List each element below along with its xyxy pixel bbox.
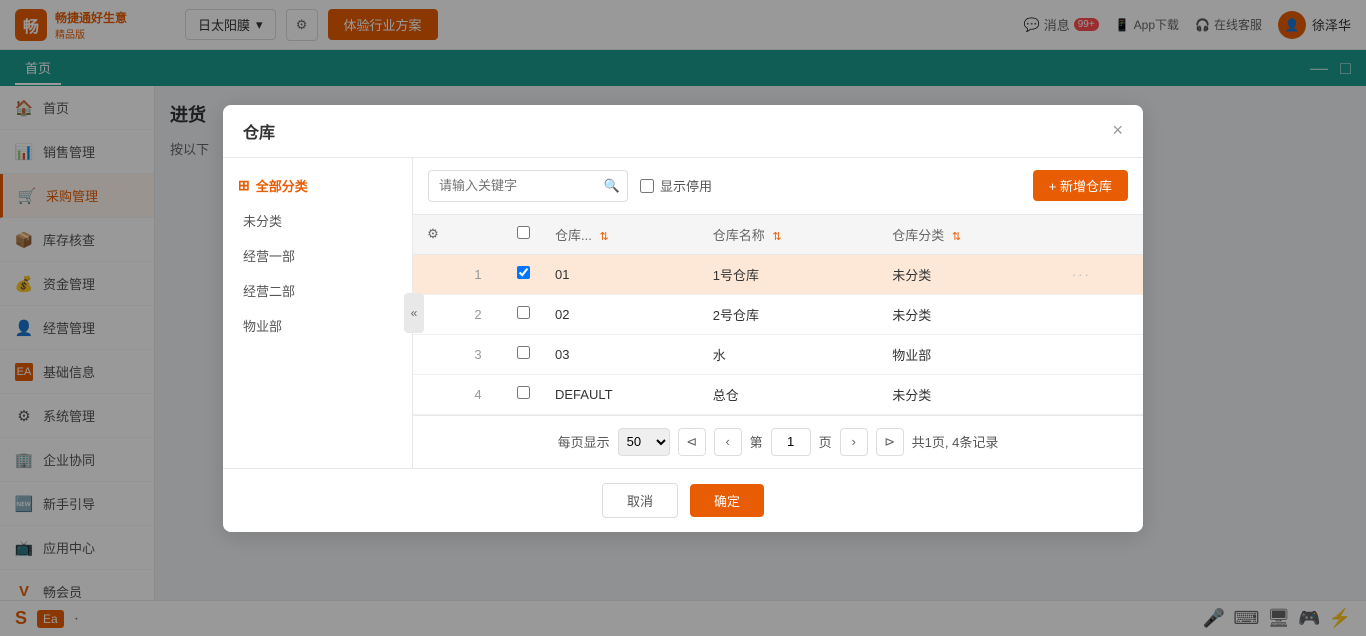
row-checkbox[interactable] [517,306,530,319]
row-num: 4 [453,374,503,414]
per-page-label: 每页显示 [558,432,610,451]
col-name: 仓库名称 ⇅ [701,215,881,255]
sort-name-icon[interactable]: ⇅ [772,231,781,243]
col-check [503,215,543,255]
row-dots [1060,334,1143,374]
last-page-button[interactable]: ⊳ [876,428,904,456]
add-warehouse-button[interactable]: + 新增仓库 [1033,170,1128,201]
show-disabled-checkbox[interactable] [640,179,654,193]
row-dots [1060,374,1143,414]
row-category: 物业部 [880,334,1060,374]
row-code: DEFAULT [543,374,701,414]
sort-category-icon[interactable]: ⇅ [952,231,961,243]
table-row[interactable]: 3 03 水 物业部 [413,334,1143,374]
row-category: 未分类 [880,254,1060,294]
show-disabled-label: 显示停用 [640,176,712,195]
row-num: 3 [453,334,503,374]
row-num: 1 [453,254,503,294]
warehouse-table: ⚙ 仓库... ⇅ [413,215,1143,415]
row-check [503,334,543,374]
row-name: 2号仓库 [701,294,881,334]
pagination: 每页显示 50 100 ⊲ ‹ 第 页 › ⊳ 共1页, 4条记录 [413,415,1143,468]
row-code: 01 [543,254,701,294]
grid-icon: ⊞ [238,177,250,194]
row-dots [1060,294,1143,334]
dialog-title: 仓库 [243,119,275,143]
row-gear [413,254,453,294]
row-category: 未分类 [880,294,1060,334]
col-gear: ⚙ [413,215,453,255]
row-name: 总仓 [701,374,881,414]
row-code: 03 [543,334,701,374]
col-code: 仓库... ⇅ [543,215,701,255]
sort-code-icon[interactable]: ⇅ [599,231,608,243]
row-gear [413,374,453,414]
page-size-select[interactable]: 50 100 [618,428,670,456]
search-input[interactable] [428,170,628,202]
row-num: 2 [453,294,503,334]
table-header-row: ⚙ 仓库... ⇅ [413,215,1143,255]
collapse-panel-button[interactable]: « [404,293,424,333]
col-category: 仓库分类 ⇅ [880,215,1060,255]
row-check [503,374,543,414]
category-item-unclassified[interactable]: 未分类 [223,203,412,238]
row-name: 1号仓库 [701,254,881,294]
category-item-dept2[interactable]: 经营二部 [223,273,412,308]
category-item-dept1[interactable]: 经营一部 [223,238,412,273]
col-actions [1060,215,1143,255]
select-all-checkbox[interactable] [517,226,530,239]
row-check [503,254,543,294]
row-name: 水 [701,334,881,374]
category-panel: ⊞ 全部分类 未分类 经营一部 经营二部 物业部 « [223,158,413,468]
dialog-body: ⊞ 全部分类 未分类 经营一部 经营二部 物业部 « 🔍 [223,158,1143,468]
category-item-property[interactable]: 物业部 [223,308,412,343]
row-checkbox[interactable] [517,266,530,279]
warehouse-dialog: 仓库 × ⊞ 全部分类 未分类 经营一部 经营二部 物业部 « [223,105,1143,532]
search-icon[interactable]: 🔍 [604,178,620,194]
gear-col-icon: ⚙ [427,226,439,241]
col-num [453,215,503,255]
row-code: 02 [543,294,701,334]
row-gear [413,334,453,374]
cancel-button[interactable]: 取消 [602,483,678,518]
page-label: 第 [750,432,763,451]
next-page-button[interactable]: › [840,428,868,456]
confirm-button[interactable]: 确定 [690,484,764,517]
dialog-footer: 取消 确定 [223,468,1143,532]
category-all[interactable]: ⊞ 全部分类 [223,168,412,203]
pagination-summary: 共1页, 4条记录 [912,432,999,451]
table-row[interactable]: 1 01 1号仓库 未分类 ··· [413,254,1143,294]
page-input[interactable] [771,428,811,456]
modal-overlay: 仓库 × ⊞ 全部分类 未分类 经营一部 经营二部 物业部 « [0,0,1366,636]
first-page-button[interactable]: ⊲ [678,428,706,456]
page-unit: 页 [819,432,832,451]
dialog-toolbar: 🔍 显示停用 + 新增仓库 [413,158,1143,215]
category-header-label: 全部分类 [256,176,308,195]
dialog-header: 仓库 × [223,105,1143,158]
row-category: 未分类 [880,374,1060,414]
table-row[interactable]: 2 02 2号仓库 未分类 [413,294,1143,334]
close-button[interactable]: × [1112,120,1123,141]
right-panel: 🔍 显示停用 + 新增仓库 ⚙ [413,158,1143,468]
row-checkbox[interactable] [517,386,530,399]
row-check [503,294,543,334]
prev-page-button[interactable]: ‹ [714,428,742,456]
row-checkbox[interactable] [517,346,530,359]
table-row[interactable]: 4 DEFAULT 总仓 未分类 [413,374,1143,414]
search-wrap: 🔍 [428,170,628,202]
row-dots: ··· [1060,254,1143,294]
